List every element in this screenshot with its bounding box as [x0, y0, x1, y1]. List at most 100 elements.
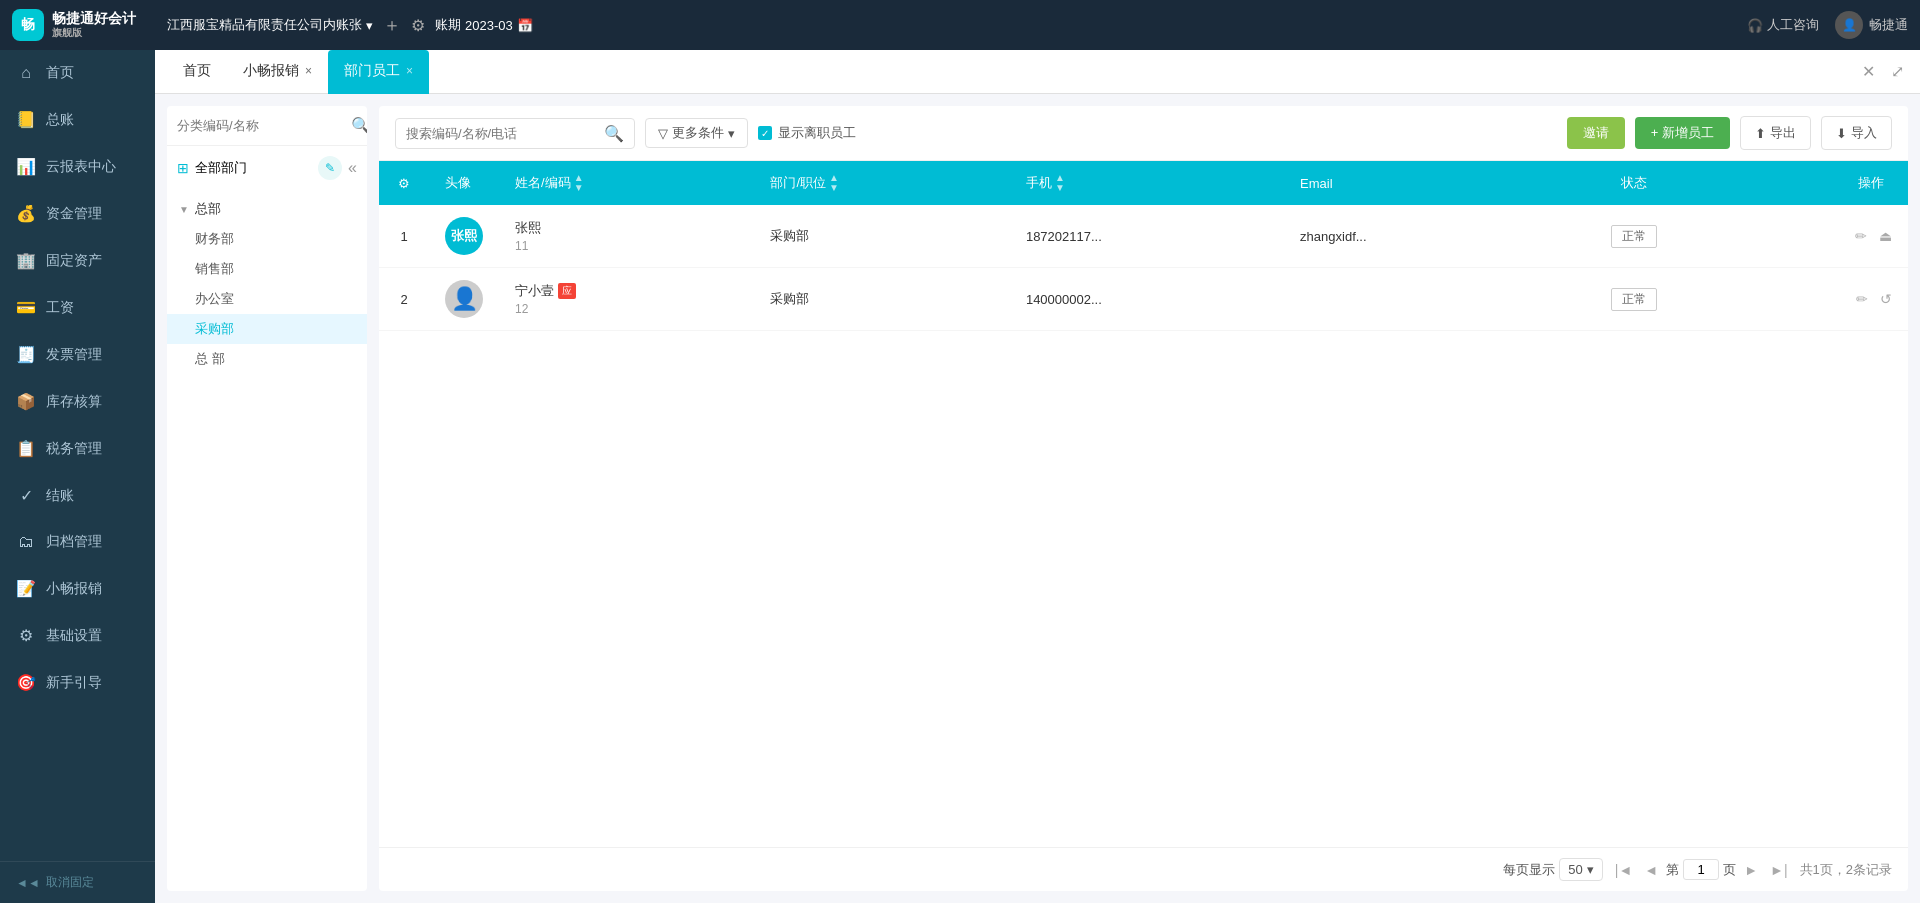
col-actions: 操作: [1733, 161, 1908, 205]
dept-item-office[interactable]: 办公室: [167, 284, 367, 314]
dept-item-general[interactable]: 总 部: [167, 344, 367, 374]
filter-button[interactable]: ▽ 更多条件 ▾: [645, 118, 748, 148]
sidebar-item-assets[interactable]: 🏢 固定资产: [0, 237, 155, 284]
page-size-dropdown[interactable]: 50 ▾: [1559, 858, 1602, 881]
page-label: 第: [1666, 861, 1679, 879]
invite-button[interactable]: 邀请: [1567, 117, 1625, 149]
col-phone[interactable]: 手机 ▲▼: [1010, 161, 1284, 205]
settings-icon[interactable]: ⚙: [411, 16, 425, 35]
page-first-button[interactable]: |◄: [1611, 860, 1637, 880]
import-button[interactable]: ⬇ 导入: [1821, 116, 1892, 150]
user-menu[interactable]: 👤 畅捷通: [1835, 11, 1908, 39]
sidebar-item-salary[interactable]: 💳 工资: [0, 284, 155, 331]
col-status: 状态: [1534, 161, 1732, 205]
show-resigned-toggle[interactable]: ✓ 显示离职员工: [758, 124, 856, 142]
dropdown-icon: ▾: [366, 18, 373, 33]
period-display: 账期 2023-03 📅: [435, 16, 533, 34]
dept-item-purchase[interactable]: 采购部: [167, 314, 367, 344]
sort-dept-icon: ▲▼: [829, 173, 839, 193]
close-window-button[interactable]: ✕: [1858, 58, 1879, 85]
sidebar: ⌂ 首页 📒 总账 📊 云报表中心 💰 资金管理 🏢 固定资产 💳 工资 🧾 发…: [0, 50, 155, 903]
pagination: 每页显示 50 ▾ |◄ ◄ 第 页 ► ►|: [379, 847, 1908, 891]
add-company-button[interactable]: ＋: [383, 13, 401, 37]
dept-search-input[interactable]: [177, 118, 345, 133]
sidebar-item-checkout[interactable]: ✓ 结账: [0, 472, 155, 519]
show-resigned-checkbox: ✓: [758, 126, 772, 140]
table-row: 1 张熙 张熙 11: [379, 205, 1908, 268]
invoice-icon: 🧾: [16, 345, 36, 364]
close-tab-employees[interactable]: ×: [406, 64, 413, 78]
dept-item-finance[interactable]: 财务部: [167, 224, 367, 254]
row-index-2: 2: [379, 268, 429, 331]
expense-icon: 📝: [16, 579, 36, 598]
all-dept-label: ⊞ 全部部门: [177, 159, 247, 177]
grid-icon: ⊞: [177, 160, 189, 176]
sidebar-item-inventory[interactable]: 📦 库存核算: [0, 378, 155, 425]
support-button[interactable]: 🎧 人工咨询: [1747, 16, 1819, 34]
row-email-1: zhangxidf...: [1284, 205, 1534, 268]
col-dept[interactable]: 部门/职位 ▲▼: [754, 161, 1009, 205]
topbar-center: 江西服宝精品有限责任公司内账张 ▾ ＋ ⚙ 账期 2023-03 📅: [167, 13, 1747, 37]
sidebar-item-ledger[interactable]: 📒 总账: [0, 96, 155, 143]
emp-search-box: 🔍: [395, 118, 635, 149]
page-total: 共1页，2条记录: [1800, 861, 1892, 879]
col-name[interactable]: 姓名/编码 ▲▼: [499, 161, 754, 205]
page-prev-button[interactable]: ◄: [1640, 860, 1662, 880]
logout-button-1[interactable]: ⏏: [1879, 228, 1892, 244]
sidebar-item-tax[interactable]: 📋 税务管理: [0, 425, 155, 472]
logo-text: 畅捷通好会计: [52, 10, 136, 27]
row-index-1: 1: [379, 205, 429, 268]
tab-expense[interactable]: 小畅报销 ×: [227, 50, 328, 94]
page-number-input[interactable]: [1683, 859, 1719, 880]
tab-home[interactable]: 首页: [167, 50, 227, 94]
unpin-button[interactable]: ◄◄ 取消固定: [0, 861, 155, 903]
row-actions-1: ✏ ⏏: [1733, 205, 1908, 268]
emp-search-input[interactable]: [406, 126, 598, 141]
sidebar-item-guide[interactable]: 🎯 新手引导: [0, 659, 155, 706]
archive-icon: 🗂: [16, 533, 36, 551]
avatar: 👤: [1835, 11, 1863, 39]
add-employee-button[interactable]: + 新增员工: [1635, 117, 1730, 149]
export-button[interactable]: ⬆ 导出: [1740, 116, 1811, 150]
sidebar-item-invoice[interactable]: 🧾 发票管理: [0, 331, 155, 378]
tab-employees[interactable]: 部门员工 ×: [328, 50, 429, 94]
delete-button-2[interactable]: ↺: [1880, 291, 1892, 307]
import-icon: ⬇: [1836, 126, 1847, 141]
collapse-panel-button[interactable]: «: [348, 159, 357, 177]
sidebar-item-settings[interactable]: ⚙ 基础设置: [0, 612, 155, 659]
calendar-icon[interactable]: 📅: [517, 18, 533, 33]
sidebar-item-funds[interactable]: 💰 资金管理: [0, 190, 155, 237]
company-name[interactable]: 江西服宝精品有限责任公司内账张 ▾: [167, 16, 373, 34]
row-status-2: 正常: [1534, 268, 1732, 331]
emp-toolbar: 🔍 ▽ 更多条件 ▾ ✓ 显示离职员工 邀请 + 新增员工: [379, 106, 1908, 161]
content-area: 首页 小畅报销 × 部门员工 × ✕ ⤢ 🔍: [155, 50, 1920, 903]
page-nav: |◄ ◄ 第 页 ► ►|: [1611, 859, 1792, 880]
page-next-button[interactable]: ►: [1740, 860, 1762, 880]
sidebar-item-reports[interactable]: 📊 云报表中心: [0, 143, 155, 190]
headset-icon: 🎧: [1747, 18, 1763, 33]
dept-group-header[interactable]: ▼ 总部: [167, 194, 367, 224]
page-last-button[interactable]: ►|: [1766, 860, 1792, 880]
dept-header: ⊞ 全部部门 ✎ «: [167, 146, 367, 190]
home-icon: ⌂: [16, 64, 36, 82]
dept-item-sales[interactable]: 销售部: [167, 254, 367, 284]
logo-sub: 旗舰版: [52, 26, 136, 40]
edit-button-1[interactable]: ✏: [1855, 228, 1867, 244]
add-dept-button[interactable]: ✎: [318, 156, 342, 180]
sidebar-item-archive[interactable]: 🗂 归档管理: [0, 519, 155, 565]
guide-icon: 🎯: [16, 673, 36, 692]
export-icon: ⬆: [1755, 126, 1766, 141]
maximize-button[interactable]: ⤢: [1887, 58, 1908, 85]
main-layout: ⌂ 首页 📒 总账 📊 云报表中心 💰 资金管理 🏢 固定资产 💳 工资 🧾 发…: [0, 50, 1920, 903]
close-tab-expense[interactable]: ×: [305, 64, 312, 78]
edit-button-2[interactable]: ✏: [1856, 291, 1868, 307]
inventory-icon: 📦: [16, 392, 36, 411]
expand-arrow-icon: ▼: [179, 204, 189, 215]
avatar-gray: 👤: [445, 280, 483, 318]
row-phone-2: 140000002...: [1010, 268, 1284, 331]
sidebar-item-home[interactable]: ⌂ 首页: [0, 50, 155, 96]
row-status-1: 正常: [1534, 205, 1732, 268]
sidebar-item-expense[interactable]: 📝 小畅报销: [0, 565, 155, 612]
col-settings[interactable]: ⚙: [379, 161, 429, 205]
sort-phone-icon: ▲▼: [1055, 173, 1065, 193]
